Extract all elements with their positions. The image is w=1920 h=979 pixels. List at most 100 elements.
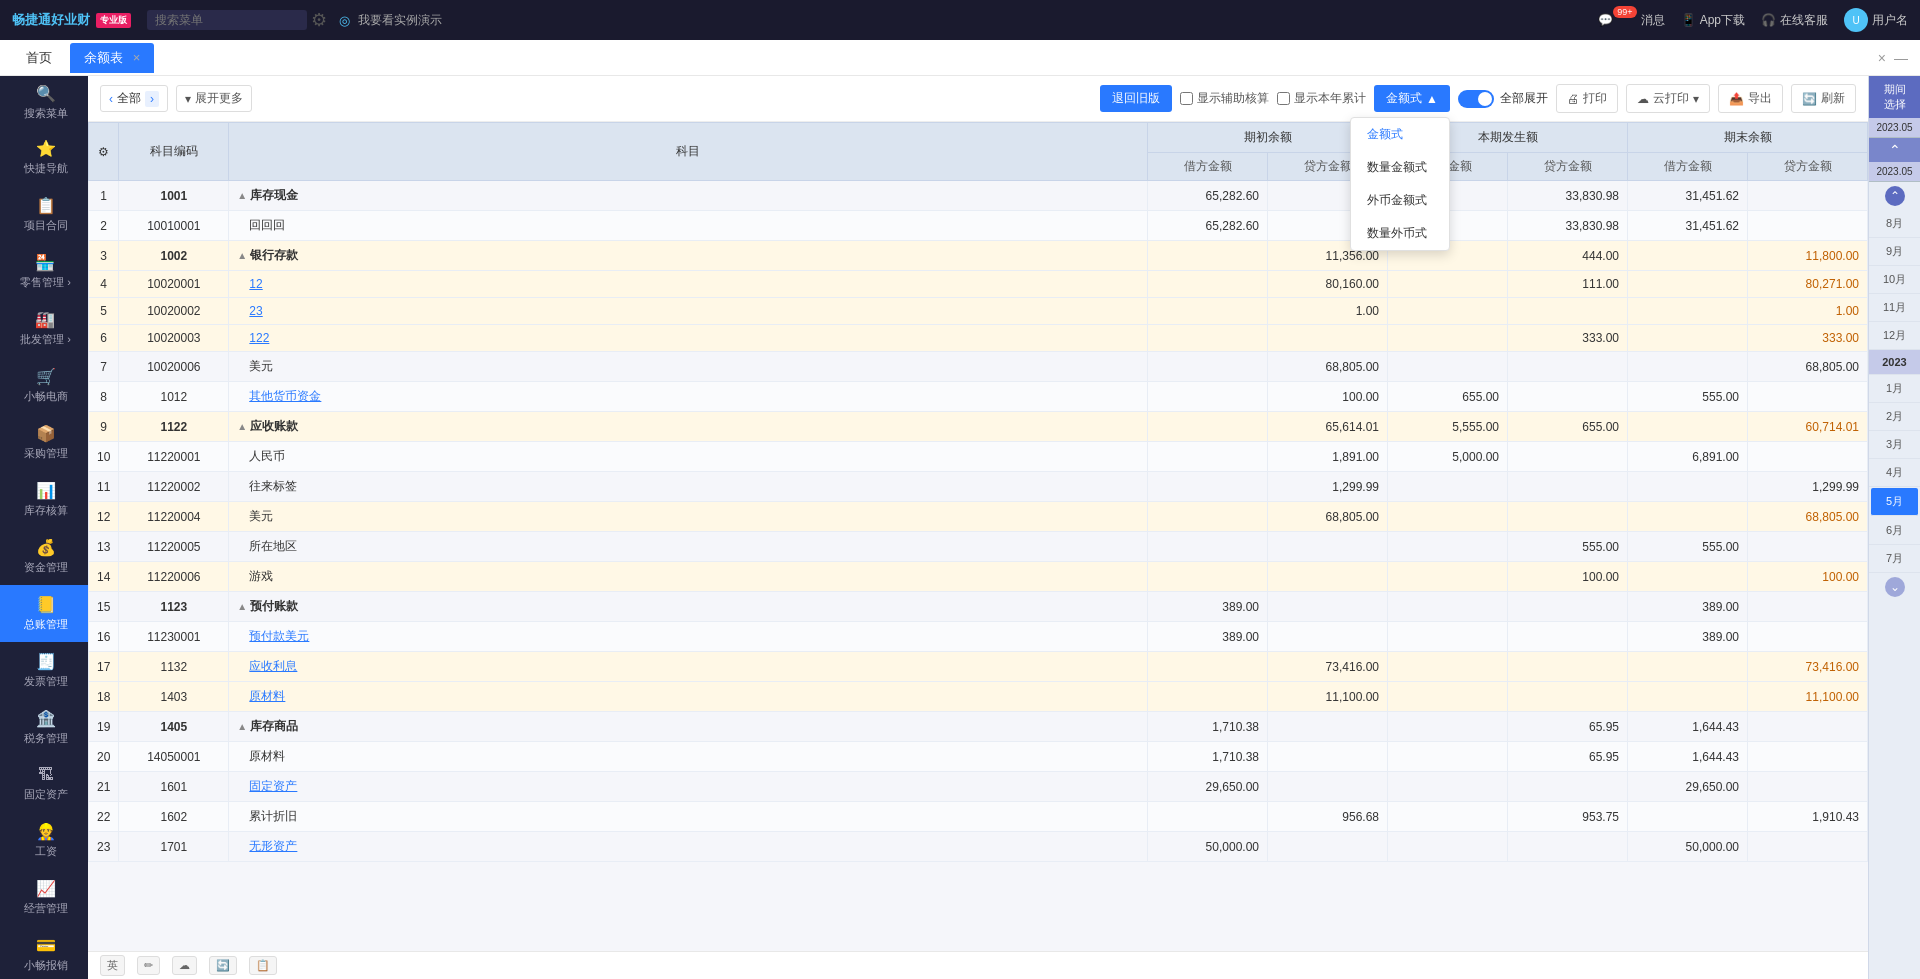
- sidebar-item-retail[interactable]: 🏪 零售管理 ›: [0, 243, 88, 300]
- row-name[interactable]: 12: [229, 271, 1148, 298]
- row-name[interactable]: 其他货币资金: [229, 382, 1148, 412]
- period-expand-up[interactable]: ⌃: [1885, 186, 1905, 206]
- row-name[interactable]: ▲ 库存现金: [229, 181, 1148, 211]
- row-name[interactable]: ▲ 库存商品: [229, 712, 1148, 742]
- toggle-switch[interactable]: [1458, 90, 1494, 108]
- row-name[interactable]: 122: [229, 325, 1148, 352]
- period-10[interactable]: 10月: [1869, 266, 1920, 294]
- sidebar-item-inventory[interactable]: 📊 库存核算: [0, 471, 88, 528]
- sidebar-item-invoice[interactable]: 🧾 发票管理: [0, 642, 88, 699]
- period-6[interactable]: 6月: [1869, 517, 1920, 545]
- row-ob-credit: [1268, 772, 1388, 802]
- sidebar-item-project[interactable]: 📋 项目合同: [0, 186, 88, 243]
- sidebar-item-operation[interactable]: 📈 经营管理: [0, 869, 88, 926]
- dropdown-item-fx-amount[interactable]: 外币金额式: [1351, 184, 1449, 217]
- sidebar-item-purchase[interactable]: 📦 采购管理: [0, 414, 88, 471]
- row-eb-debit: [1628, 562, 1748, 592]
- amount-mode-btn[interactable]: 金额式 ▲: [1374, 85, 1450, 112]
- row-name[interactable]: ▲ 预付账款: [229, 592, 1148, 622]
- cloud-print-btn[interactable]: ☁ 云打印 ▾: [1626, 84, 1710, 113]
- status-cloud-btn[interactable]: ☁: [172, 956, 197, 975]
- row-name[interactable]: 预付款美元: [229, 622, 1148, 652]
- next-btn[interactable]: ›: [145, 91, 159, 107]
- row-cur-credit: 65.95: [1508, 742, 1628, 772]
- dropdown-item-qty-amount[interactable]: 数量金额式: [1351, 151, 1449, 184]
- row-name[interactable]: 应收利息: [229, 652, 1148, 682]
- period-4[interactable]: 4月: [1869, 459, 1920, 487]
- ytd-checkbox[interactable]: [1277, 92, 1290, 105]
- sidebar-item-capital[interactable]: 💰 资金管理: [0, 528, 88, 585]
- dropdown-item-qty-fx[interactable]: 数量外币式: [1351, 217, 1449, 250]
- period-5[interactable]: 5月: [1871, 488, 1918, 516]
- period-expand-down[interactable]: ⌄: [1885, 577, 1905, 597]
- row-ob-debit: [1148, 241, 1268, 271]
- period-7[interactable]: 7月: [1869, 545, 1920, 573]
- dropdown-item-amount[interactable]: 金额式: [1351, 118, 1449, 151]
- sidebar-item-payroll[interactable]: 👷 工资: [0, 812, 88, 869]
- table-row: 11001▲ 库存现金65,282.6033,830.9831,451.62: [89, 181, 1868, 211]
- subject-search-box[interactable]: ‹ 全部 ›: [100, 85, 168, 112]
- row-cur-debit: [1388, 652, 1508, 682]
- demo-link[interactable]: 我要看实例演示: [358, 12, 442, 29]
- sidebar-item-tax[interactable]: 🏦 税务管理: [0, 699, 88, 756]
- period-collapse-btn[interactable]: ⌃: [1869, 138, 1920, 162]
- project-icon: 📋: [9, 196, 82, 215]
- online-service-btn[interactable]: 🎧 在线客服: [1761, 12, 1828, 29]
- sidebar-item-ledger[interactable]: 📒 总账管理: [0, 585, 88, 642]
- sidebar-item-wholesale[interactable]: 🏭 批发管理 ›: [0, 300, 88, 357]
- show-ytd-check[interactable]: 显示本年累计: [1277, 90, 1366, 107]
- row-cur-credit: [1508, 352, 1628, 382]
- sidebar-item-fixed-asset[interactable]: 🏗 固定资产: [0, 756, 88, 812]
- auxiliary-checkbox[interactable]: [1180, 92, 1193, 105]
- app-download-btn[interactable]: 📱 App下载: [1681, 12, 1745, 29]
- period-12[interactable]: 12月: [1869, 322, 1920, 350]
- user-avatar-btn[interactable]: U 用户名: [1844, 8, 1908, 32]
- expand-all-toggle[interactable]: 全部展开: [1458, 90, 1548, 108]
- show-auxiliary-check[interactable]: 显示辅助核算: [1180, 90, 1269, 107]
- sidebar-item-ecommerce[interactable]: 🛒 小畅电商: [0, 357, 88, 414]
- tab-close-btn[interactable]: ×: [133, 50, 141, 65]
- status-clip-btn[interactable]: 📋: [249, 956, 277, 975]
- period-year-start: 2023.05: [1869, 162, 1920, 182]
- settings-col-header[interactable]: ⚙: [89, 123, 119, 181]
- close-window-btn[interactable]: ×: [1878, 50, 1886, 66]
- tab-balance[interactable]: 余额表 ×: [70, 43, 154, 73]
- prev-btn[interactable]: ‹: [109, 92, 113, 106]
- row-cur-credit: 444.00: [1508, 241, 1628, 271]
- row-name[interactable]: ▲ 银行存款: [229, 241, 1148, 271]
- content-area: ‹ 全部 › ▾ 展开更多 退回旧版 显示辅助核算 显示本年累计: [88, 76, 1920, 979]
- period-3[interactable]: 3月: [1869, 431, 1920, 459]
- row-name[interactable]: 固定资产: [229, 772, 1148, 802]
- notification-btn[interactable]: 💬 99+ 消息: [1598, 12, 1664, 29]
- period-2[interactable]: 2月: [1869, 403, 1920, 431]
- status-sync-btn[interactable]: 🔄: [209, 956, 237, 975]
- row-name[interactable]: 23: [229, 298, 1148, 325]
- status-lang-btn[interactable]: 英: [100, 955, 125, 976]
- service-label: 在线客服: [1780, 12, 1828, 29]
- return-old-btn[interactable]: 退回旧版: [1100, 85, 1172, 112]
- period-8[interactable]: 8月: [1869, 210, 1920, 238]
- period-11[interactable]: 11月: [1869, 294, 1920, 322]
- sidebar-item-search[interactable]: 🔍 搜索菜单: [0, 76, 88, 129]
- row-cur-credit: [1508, 832, 1628, 862]
- expand-more-btn[interactable]: ▾ 展开更多: [176, 85, 252, 112]
- status-edit-btn[interactable]: ✏: [137, 956, 160, 975]
- minimize-btn[interactable]: —: [1894, 50, 1908, 66]
- settings-icon[interactable]: ⚙: [311, 9, 327, 31]
- row-eb-credit: [1748, 532, 1868, 562]
- print-btn[interactable]: 🖨 打印: [1556, 84, 1618, 113]
- row-eb-credit: 11,100.00: [1748, 682, 1868, 712]
- invoice-icon: 🧾: [9, 652, 82, 671]
- period-9[interactable]: 9月: [1869, 238, 1920, 266]
- refresh-btn[interactable]: 🔄 刷新: [1791, 84, 1856, 113]
- row-name[interactable]: 无形资产: [229, 832, 1148, 862]
- row-name[interactable]: ▲ 应收账款: [229, 412, 1148, 442]
- export-btn[interactable]: 📤 导出: [1718, 84, 1783, 113]
- row-name[interactable]: 原材料: [229, 682, 1148, 712]
- row-ob-credit: [1268, 592, 1388, 622]
- tab-home[interactable]: 首页: [12, 43, 66, 73]
- period-1[interactable]: 1月: [1869, 375, 1920, 403]
- top-search-input[interactable]: [147, 10, 307, 30]
- sidebar-item-nav[interactable]: ⭐ 快捷导航: [0, 129, 88, 186]
- sidebar-item-sales[interactable]: 💳 小畅报销: [0, 926, 88, 979]
